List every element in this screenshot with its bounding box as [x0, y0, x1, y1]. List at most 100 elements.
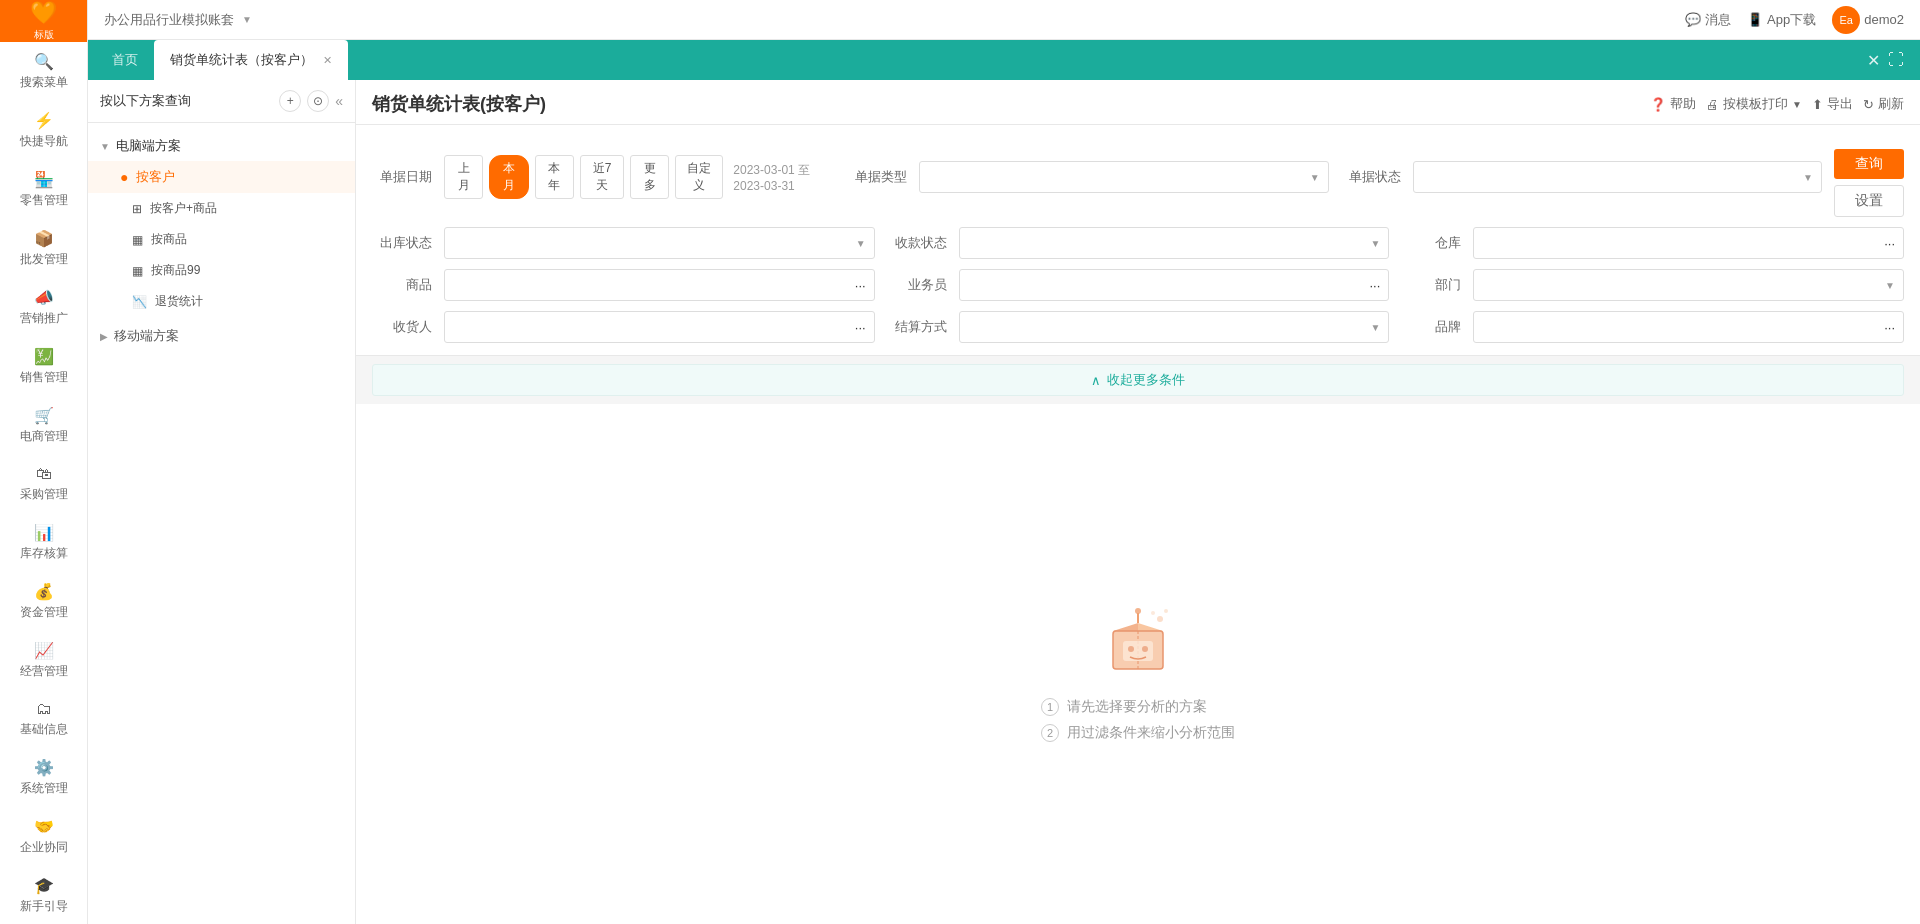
sidebar-item-basic[interactable]: 🗂 基础信息: [0, 690, 88, 748]
marketing-icon: 📣: [34, 288, 54, 307]
tab-home[interactable]: 首页: [96, 40, 154, 80]
scheme-item-return-stats[interactable]: 📉 退货统计: [88, 286, 355, 317]
brand-input[interactable]: ···: [1473, 311, 1904, 343]
user-menu[interactable]: Ea demo2: [1832, 6, 1904, 34]
query-button[interactable]: 查询: [1834, 149, 1904, 179]
scheme-label: 按客户: [136, 168, 175, 186]
export-button[interactable]: ⬆ 导出: [1812, 95, 1853, 113]
goods-more-icon: ···: [855, 278, 866, 293]
sidebar-item-system[interactable]: ⚙️ 系统管理: [0, 748, 88, 807]
tab-bar-actions: ✕ ⛶: [1867, 51, 1912, 70]
page-header: 销货单统计表(按客户) ❓ 帮助 🖨 按模板打印 ▼ ⬆ 导出: [356, 80, 1920, 125]
app-title-dropdown-icon[interactable]: ▼: [242, 14, 252, 25]
empty-tip-2: 2 用过滤条件来缩小分析范围: [1041, 724, 1235, 742]
tip-num-1: 1: [1041, 698, 1059, 716]
payment-status-dropdown-icon: ▼: [1370, 238, 1380, 249]
refresh-button[interactable]: ↻ 刷新: [1863, 95, 1904, 113]
finance-icon: 💰: [34, 582, 54, 601]
svg-point-5: [1157, 616, 1163, 622]
warehouse-input[interactable]: ···: [1473, 227, 1904, 259]
department-select[interactable]: ▼: [1473, 269, 1904, 301]
bill-status-label: 单据状态: [1341, 168, 1401, 186]
purchase-icon: 🛍: [36, 465, 52, 483]
bill-type-select[interactable]: ▼: [919, 161, 1328, 193]
brand-more-icon: ···: [1884, 320, 1895, 335]
sidebar-item-purchase[interactable]: 🛍 采购管理: [0, 455, 88, 513]
tab-close-icon[interactable]: ✕: [323, 54, 332, 67]
mobile-group-expand-icon: ▶: [100, 331, 108, 342]
left-panel-title: 按以下方案查询: [100, 92, 191, 110]
sidebar-item-ecommerce[interactable]: 🛒 电商管理: [0, 396, 88, 455]
scheme-item-by-customer[interactable]: ● 按客户: [88, 161, 355, 193]
messages-button[interactable]: 💬 消息: [1685, 11, 1731, 29]
page-title: 销货单统计表(按客户): [372, 92, 546, 116]
bill-status-select[interactable]: ▼: [1413, 161, 1822, 193]
sidebar-item-retail[interactable]: 🏪 零售管理: [0, 160, 88, 219]
mobile-group-label: 移动端方案: [114, 327, 179, 345]
svg-marker-2: [1138, 623, 1163, 631]
print-button[interactable]: 🖨 按模板打印 ▼: [1706, 95, 1802, 113]
settlement-select[interactable]: ▼: [959, 311, 1390, 343]
scheme-item-customer-goods[interactable]: ⊞ 按客户+商品: [88, 193, 355, 224]
collapse-panel-button[interactable]: «: [335, 93, 343, 109]
inventory-icon: 📊: [34, 523, 54, 542]
salesperson-input[interactable]: ···: [959, 269, 1390, 301]
payment-status-select[interactable]: ▼: [959, 227, 1390, 259]
scheme-tree: ▼ 电脑端方案 ● 按客户 ⊞ 按客户+商品 ▦: [88, 123, 355, 924]
out-status-select[interactable]: ▼: [444, 227, 875, 259]
last-month-btn[interactable]: 上月: [444, 155, 483, 199]
scheme-label: 按商品99: [151, 262, 200, 279]
svg-marker-1: [1113, 623, 1138, 631]
warehouse-label: 仓库: [1401, 234, 1461, 252]
custom-date-btn[interactable]: 自定义: [675, 155, 723, 199]
warehouse-more-icon: ···: [1884, 236, 1895, 251]
this-year-btn[interactable]: 本年: [535, 155, 574, 199]
bill-status-dropdown-icon: ▼: [1803, 172, 1813, 183]
app-title: 办公用品行业模拟账套: [104, 11, 234, 29]
department-dropdown-icon: ▼: [1885, 280, 1895, 291]
scheme-item-goods-99[interactable]: ▦ 按商品99: [88, 255, 355, 286]
receiver-input[interactable]: ···: [444, 311, 875, 343]
sidebar-item-operations[interactable]: 📈 经营管理: [0, 631, 88, 690]
desktop-group-header[interactable]: ▼ 电脑端方案: [88, 131, 355, 161]
sidebar-item-newguide[interactable]: 🎓 新手引导: [0, 866, 88, 924]
main-content: 办公用品行业模拟账套 ▼ 💬 消息 📱 App下载 Ea demo2 首页: [88, 0, 1920, 924]
payment-status-label: 收款状态: [887, 234, 947, 252]
more-date-btn[interactable]: 更多: [630, 155, 669, 199]
sidebar-item-cooperation[interactable]: 🤝 企业协同: [0, 807, 88, 866]
add-scheme-button[interactable]: +: [279, 90, 301, 112]
sidebar-item-quick-nav[interactable]: ⚡ 快捷导航: [0, 101, 88, 160]
last-7-btn[interactable]: 近7天: [580, 155, 624, 199]
collapse-more-conditions[interactable]: ∧ 收起更多条件: [372, 364, 1904, 396]
svg-point-10: [1142, 646, 1148, 652]
goods-input[interactable]: ···: [444, 269, 875, 301]
download-icon: 📱: [1747, 12, 1763, 27]
app-download-button[interactable]: 📱 App下载: [1747, 11, 1816, 29]
settings-button[interactable]: 设置: [1834, 185, 1904, 217]
sidebar-item-search[interactable]: 🔍 搜索菜单: [0, 42, 88, 101]
bill-type-dropdown-icon: ▼: [1310, 172, 1320, 183]
edit-scheme-button[interactable]: ⊙: [307, 90, 329, 112]
sidebar-item-finance[interactable]: 💰 资金管理: [0, 572, 88, 631]
sidebar-item-sales[interactable]: 💹 销售管理: [0, 337, 88, 396]
this-month-btn[interactable]: 本月: [489, 155, 528, 199]
tab-sales-report[interactable]: 销货单统计表（按客户） ✕: [154, 40, 348, 80]
mobile-group-header[interactable]: ▶ 移动端方案: [88, 321, 355, 351]
left-panel-actions: + ⊙ «: [279, 90, 343, 112]
tip-num-2: 2: [1041, 724, 1059, 742]
sidebar: 🧡 标版 🔍 搜索菜单 ⚡ 快捷导航 🏪 零售管理 📦 批发管理 📣 营销推广 …: [0, 0, 88, 924]
empty-tip-1: 1 请先选择要分析的方案: [1041, 698, 1235, 716]
close-tab-action[interactable]: ✕: [1867, 51, 1880, 70]
sidebar-item-wholesale[interactable]: 📦 批发管理: [0, 219, 88, 278]
data-area: 1 请先选择要分析的方案 2 用过滤条件来缩小分析范围: [356, 404, 1920, 924]
sidebar-item-inventory[interactable]: 📊 库存核算: [0, 513, 88, 572]
customer-goods-icon: ⊞: [132, 202, 142, 216]
help-button[interactable]: ❓ 帮助: [1650, 95, 1696, 113]
out-status-label: 出库状态: [372, 234, 432, 252]
scheme-label: 退货统计: [155, 293, 203, 310]
maximize-tab-action[interactable]: ⛶: [1888, 51, 1904, 69]
scheme-item-by-goods[interactable]: ▦ 按商品: [88, 224, 355, 255]
sidebar-item-marketing[interactable]: 📣 营销推广: [0, 278, 88, 337]
settlement-label: 结算方式: [887, 318, 947, 336]
app-logo[interactable]: 🧡 标版: [0, 0, 88, 42]
